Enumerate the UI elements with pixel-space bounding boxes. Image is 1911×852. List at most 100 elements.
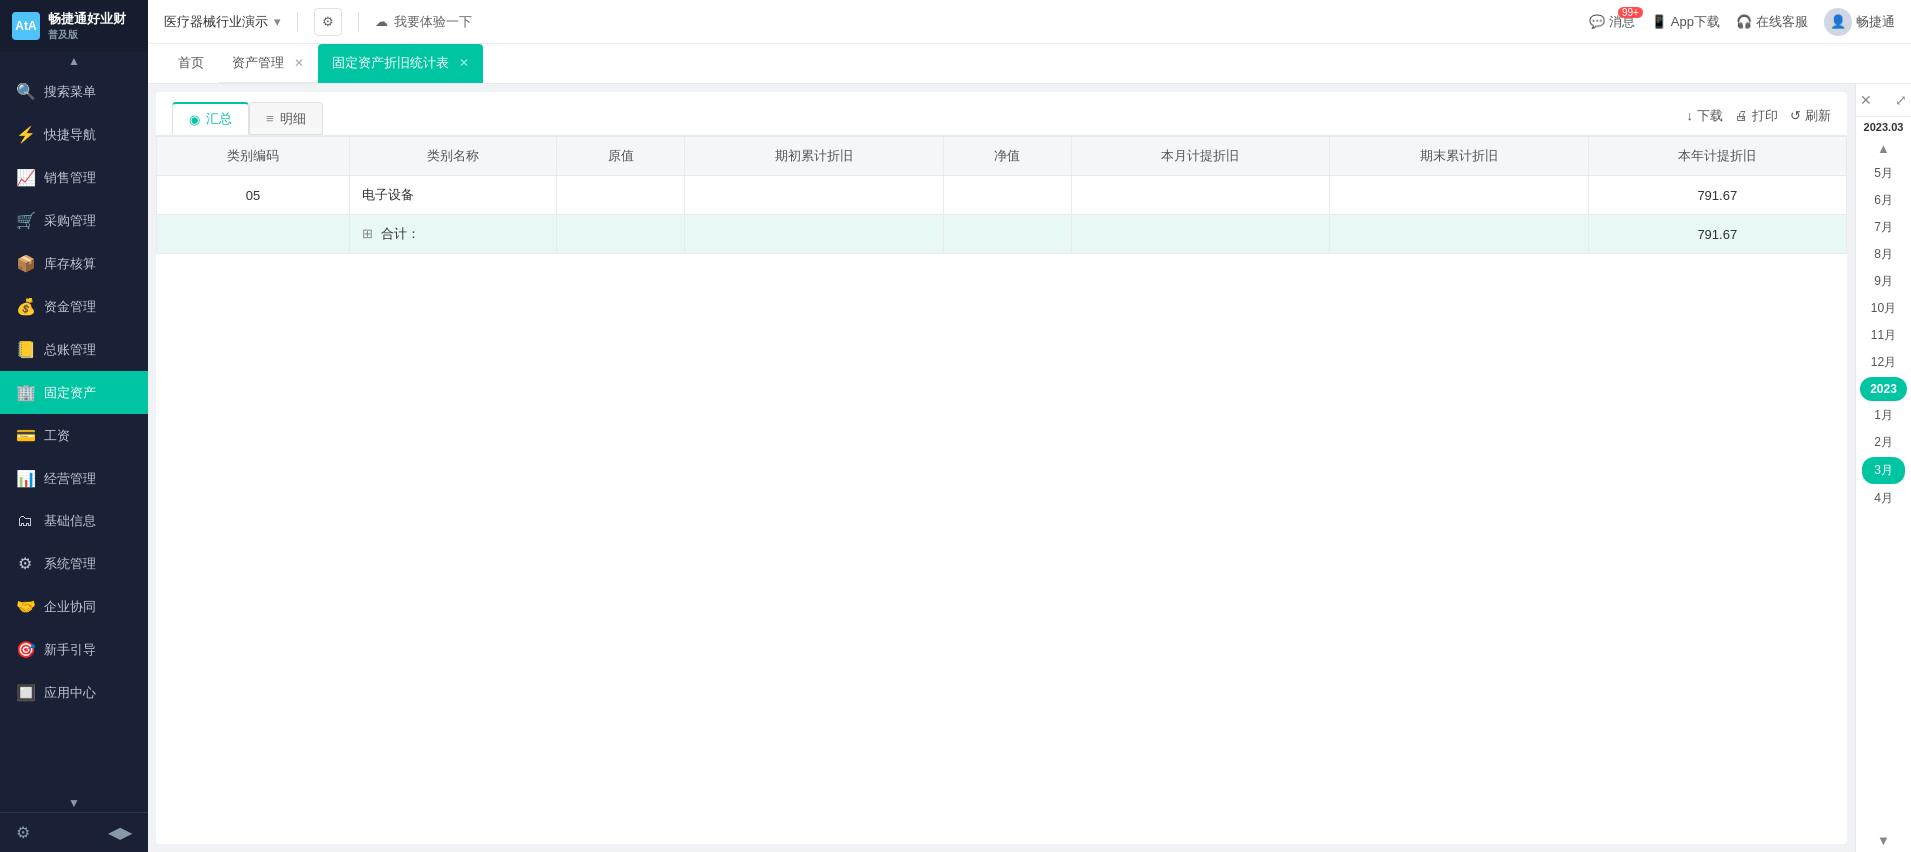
total-label: ⊞ 合计：	[350, 215, 557, 254]
download-button[interactable]: ↓ 下载	[1687, 107, 1724, 125]
date-month-10[interactable]: 10月	[1856, 295, 1911, 322]
col-name: 类别名称	[350, 137, 557, 176]
right-panel-header: ✕ ⤢	[1856, 84, 1911, 117]
total-monthly	[1071, 215, 1329, 254]
main-area: 医疗器械行业演示 ▾ ⚙ ☁ 我要体验一下 💬 消息 99+ 📱 App下载 🎧…	[148, 0, 1911, 852]
sidebar-item-label: 经营管理	[44, 470, 96, 488]
user-menu-button[interactable]: 👤 畅捷通	[1824, 8, 1895, 36]
table-row: 05 电子设备 791.67	[157, 176, 1847, 215]
tab-depreciation-label: 固定资产折旧统计表	[332, 54, 449, 72]
sidebar-scroll-down[interactable]: ▼	[0, 794, 148, 812]
topbar: 医疗器械行业演示 ▾ ⚙ ☁ 我要体验一下 💬 消息 99+ 📱 App下载 🎧…	[148, 0, 1911, 44]
divider-2	[358, 12, 359, 32]
sidebar-item-app-center[interactable]: 🔲 应用中心	[0, 671, 148, 714]
sidebar-item-search[interactable]: 🔍 搜索菜单	[0, 70, 148, 113]
sidebar-item-purchase[interactable]: 🛒 采购管理	[0, 199, 148, 242]
date-nav-up[interactable]: ▲	[1856, 137, 1911, 160]
headset-icon: 🎧	[1736, 14, 1752, 29]
sidebar-item-collaboration[interactable]: 🤝 企业协同	[0, 585, 148, 628]
date-month-5[interactable]: 5月	[1856, 160, 1911, 187]
date-month-2[interactable]: 2月	[1856, 429, 1911, 456]
date-nav-down[interactable]: ▼	[1856, 829, 1911, 852]
sidebar-item-label: 工资	[44, 427, 70, 445]
sidebar-item-guide[interactable]: 🎯 新手引导	[0, 628, 148, 671]
date-month-3-active[interactable]: 3月	[1862, 457, 1905, 484]
row-monthly	[1071, 176, 1329, 215]
sidebar-item-label: 应用中心	[44, 684, 96, 702]
date-month-9[interactable]: 9月	[1856, 268, 1911, 295]
print-button[interactable]: 🖨 打印	[1735, 107, 1778, 125]
message-icon: 💬	[1589, 14, 1605, 29]
subtab-detail[interactable]: ≡ 明细	[249, 102, 323, 135]
sidebar-item-finance[interactable]: 💰 资金管理	[0, 285, 148, 328]
ledger-icon: 📒	[16, 340, 34, 359]
sidebar-menu: 🔍 搜索菜单 ⚡ 快捷导航 📈 销售管理 🛒 采购管理 📦 库存核算 💰 资金管…	[0, 70, 148, 794]
avatar: 👤	[1824, 8, 1852, 36]
company-selector[interactable]: 医疗器械行业演示 ▾	[164, 13, 281, 31]
total-period-end	[1330, 215, 1588, 254]
sidebar: AtA 畅捷通好业财 普及版 ▲ 🔍 搜索菜单 ⚡ 快捷导航 📈 销售管理 🛒 …	[0, 0, 148, 852]
col-monthly: 本月计提折旧	[1071, 137, 1329, 176]
date-month-4[interactable]: 4月	[1856, 485, 1911, 512]
system-icon: ⚙	[16, 554, 34, 573]
refresh-label: 刷新	[1805, 107, 1831, 125]
sidebar-item-label: 搜索菜单	[44, 83, 96, 101]
sidebar-item-sales[interactable]: 📈 销售管理	[0, 156, 148, 199]
collapse-icon[interactable]: ◀▶	[108, 823, 132, 842]
tab-depreciation-close-icon[interactable]: ✕	[459, 56, 469, 70]
customer-service-button[interactable]: 🎧 在线客服	[1736, 13, 1808, 31]
topbar-right: 💬 消息 99+ 📱 App下载 🎧 在线客服 👤 畅捷通	[1589, 8, 1895, 36]
date-month-8[interactable]: 8月	[1856, 241, 1911, 268]
col-period-end: 期末累计折旧	[1330, 137, 1588, 176]
sidebar-item-inventory[interactable]: 📦 库存核算	[0, 242, 148, 285]
sidebar-item-basic-info[interactable]: 🗂 基础信息	[0, 500, 148, 542]
col-code: 类别编码	[157, 137, 350, 176]
total-text: 合计：	[381, 226, 420, 241]
app-download-button[interactable]: 📱 App下载	[1651, 13, 1720, 31]
date-year-2023[interactable]: 2023	[1860, 377, 1907, 401]
panel-expand-icon[interactable]: ⤢	[1895, 92, 1907, 108]
sidebar-item-label: 新手引导	[44, 641, 96, 659]
subtab-summary[interactable]: ◉ 汇总	[172, 102, 249, 135]
sidebar-scroll-up[interactable]: ▲	[0, 52, 148, 70]
tab-home[interactable]: 首页	[164, 44, 218, 83]
col-accumulated: 期初累计折旧	[685, 137, 943, 176]
tab-asset-management[interactable]: 资产管理 ✕	[218, 44, 318, 83]
subtab-bar: ◉ 汇总 ≡ 明细 ↓ 下载 🖨 打印	[156, 92, 1847, 136]
print-icon: 🖨	[1735, 108, 1748, 123]
tab-depreciation-table[interactable]: 固定资产折旧统计表 ✕	[318, 44, 483, 83]
row-name: 电子设备	[350, 176, 557, 215]
detail-label: 明细	[280, 110, 306, 128]
purchase-icon: 🛒	[16, 211, 34, 230]
sidebar-item-management[interactable]: 📊 经营管理	[0, 457, 148, 500]
messages-button[interactable]: 💬 消息 99+	[1589, 13, 1635, 31]
panel-close-icon[interactable]: ✕	[1860, 92, 1872, 108]
app-logo: AtA 畅捷通好业财 普及版	[0, 0, 148, 52]
settings-bottom-icon[interactable]: ⚙	[16, 823, 30, 842]
sidebar-item-quicknav[interactable]: ⚡ 快捷导航	[0, 113, 148, 156]
subtab-left: ◉ 汇总 ≡ 明细	[172, 102, 323, 135]
management-icon: 📊	[16, 469, 34, 488]
divider-1	[297, 12, 298, 32]
date-month-1[interactable]: 1月	[1856, 402, 1911, 429]
sidebar-item-ledger[interactable]: 📒 总账管理	[0, 328, 148, 371]
tab-asset-close-icon[interactable]: ✕	[294, 56, 304, 70]
date-month-11[interactable]: 11月	[1856, 322, 1911, 349]
sidebar-item-fixed-assets[interactable]: 🏢 固定资产	[0, 371, 148, 414]
date-month-6[interactable]: 6月	[1856, 187, 1911, 214]
sidebar-item-label: 资金管理	[44, 298, 96, 316]
gear-icon: ⚙	[322, 14, 334, 29]
topbar-settings-button[interactable]: ⚙	[314, 8, 342, 36]
sales-icon: 📈	[16, 168, 34, 187]
sidebar-item-label: 总账管理	[44, 341, 96, 359]
date-month-7[interactable]: 7月	[1856, 214, 1911, 241]
refresh-button[interactable]: ↺ 刷新	[1790, 107, 1831, 125]
download-icon: 📱	[1651, 14, 1667, 29]
sidebar-item-system[interactable]: ⚙ 系统管理	[0, 542, 148, 585]
date-month-12[interactable]: 12月	[1856, 349, 1911, 376]
tab-asset-label: 资产管理	[232, 54, 284, 72]
summary-icon: ◉	[189, 112, 200, 127]
sidebar-item-payroll[interactable]: 💳 工资	[0, 414, 148, 457]
experience-button[interactable]: ☁ 我要体验一下	[375, 13, 472, 31]
date-months-list: 5月 6月 7月 8月 9月 10月 11月	[1856, 160, 1911, 829]
